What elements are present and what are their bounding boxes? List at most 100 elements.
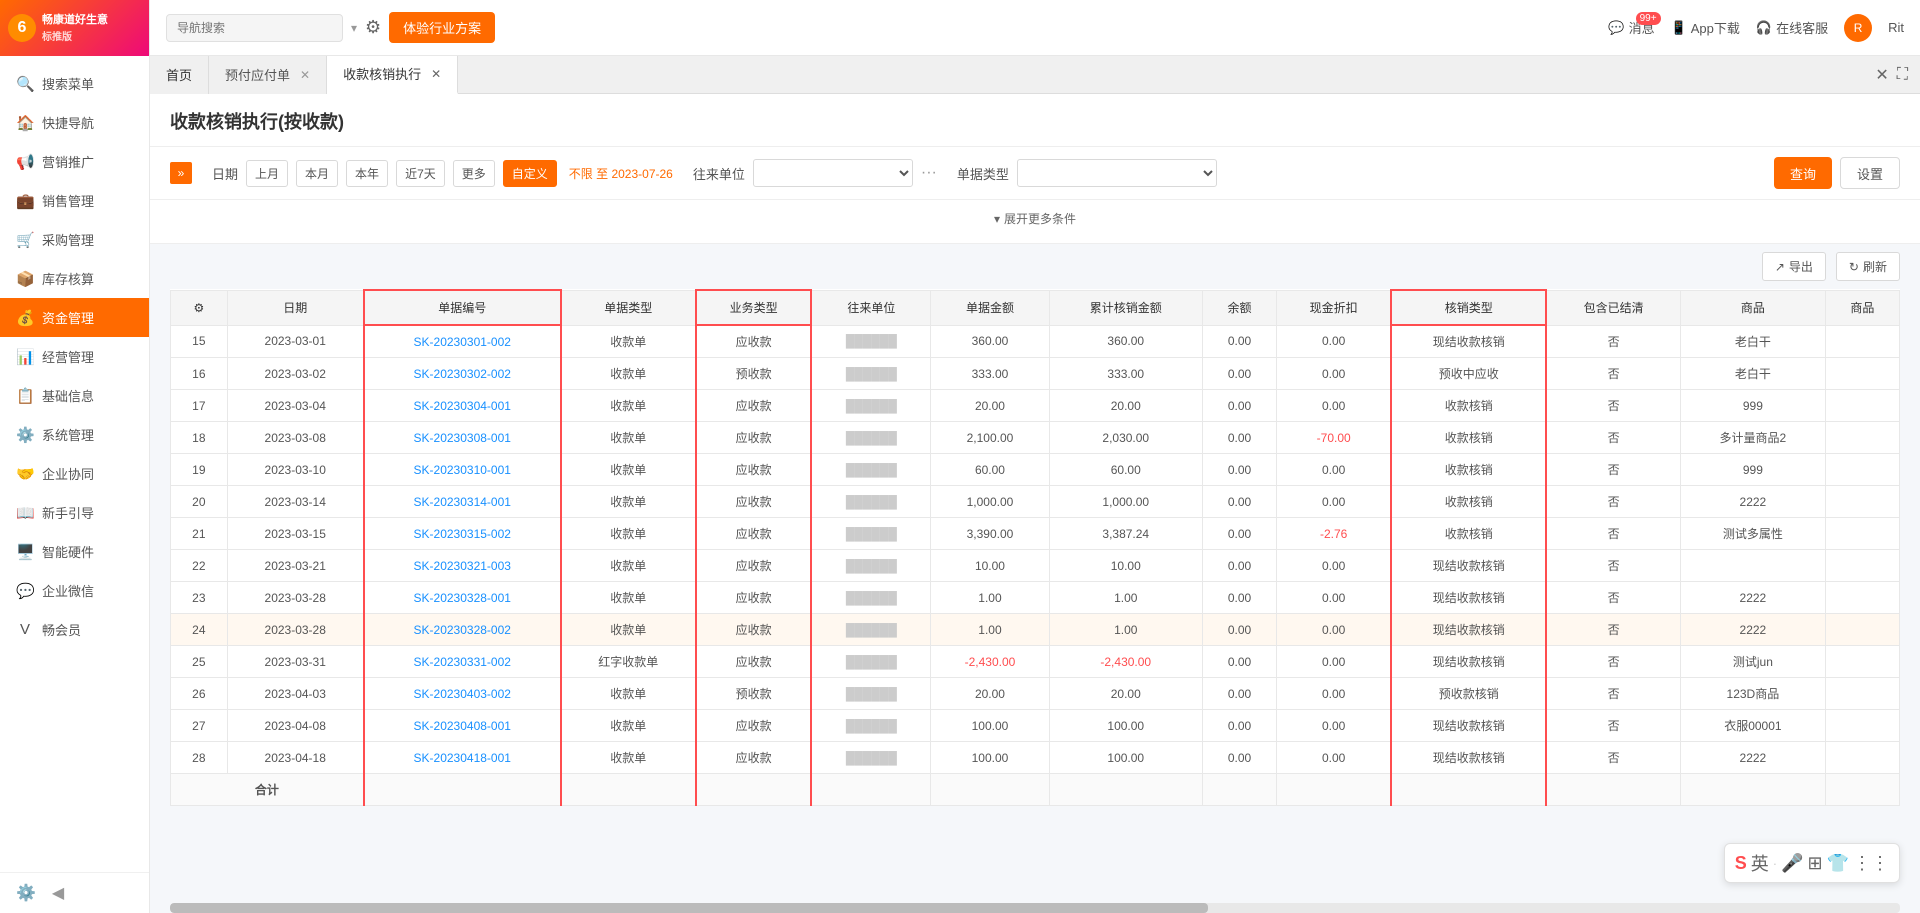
data-table: ⚙ 日期 单据编号 单据类型 业务类型 往来单位 单据金额 累计核销金额 余额 … bbox=[170, 289, 1900, 806]
search-input[interactable] bbox=[166, 14, 343, 42]
cell-included: 否 bbox=[1546, 358, 1680, 390]
expand-more-button[interactable]: ▾ 展开更多条件 bbox=[986, 206, 1084, 231]
filter-dots[interactable]: ··· bbox=[921, 164, 937, 182]
cell-goods2 bbox=[1825, 486, 1899, 518]
table-row: 23 2023-03-28 SK-20230328-001 收款单 应收款 ██… bbox=[171, 582, 1900, 614]
tab-prepay[interactable]: 预付应付单 ✕ bbox=[209, 56, 327, 94]
cell-included: 否 bbox=[1546, 454, 1680, 486]
gear-icon[interactable]: ⚙ bbox=[365, 17, 381, 38]
sidebar-item-enterprise[interactable]: 🤝企业协同 bbox=[0, 454, 149, 493]
last-7days-button[interactable]: 近7天 bbox=[396, 160, 445, 187]
scrollbar-thumb[interactable] bbox=[170, 903, 1208, 913]
sidebar-item-search[interactable]: 🔍搜索菜单 bbox=[0, 64, 149, 103]
sk-link[interactable]: SK-20230315-002 bbox=[414, 527, 511, 541]
sidebar-item-guide[interactable]: 📖新手引导 bbox=[0, 493, 149, 532]
sidebar-item-hardware[interactable]: 🖥️智能硬件 bbox=[0, 532, 149, 571]
sk-link[interactable]: SK-20230418-001 bbox=[414, 751, 511, 765]
cell-bill-type: 收款单 bbox=[561, 358, 696, 390]
cell-date: 2023-03-21 bbox=[227, 550, 364, 582]
grid-icon[interactable]: ⊞ bbox=[1807, 853, 1822, 874]
horizontal-scrollbar[interactable] bbox=[170, 903, 1900, 913]
close-tab-icon[interactable]: ✕ bbox=[1875, 65, 1888, 85]
sidebar-item-inventory[interactable]: 📦库存核算 bbox=[0, 259, 149, 298]
refresh-button[interactable]: ↻ 刷新 bbox=[1836, 252, 1900, 281]
prepay-tab-close[interactable]: ✕ bbox=[300, 68, 310, 82]
cell-included: 否 bbox=[1546, 710, 1680, 742]
app-download-link[interactable]: 📱 App下载 bbox=[1671, 18, 1740, 37]
tab-verification[interactable]: 收款核销执行 ✕ bbox=[327, 56, 458, 94]
sk-link[interactable]: SK-20230304-001 bbox=[414, 399, 511, 413]
sk-link[interactable]: SK-20230302-002 bbox=[414, 367, 511, 381]
cell-hx-type: 现结收款核销 bbox=[1391, 614, 1546, 646]
table-footer-row: 合计 bbox=[171, 774, 1900, 806]
settings-button[interactable]: 设置 bbox=[1840, 157, 1900, 189]
sk-link[interactable]: SK-20230301-002 bbox=[414, 335, 511, 349]
cell-partner: ██████ bbox=[811, 742, 931, 774]
sidebar-item-wechat[interactable]: 💬企业微信 bbox=[0, 571, 149, 610]
cell-biz-type: 应收款 bbox=[696, 486, 811, 518]
apps-icon[interactable]: ⋮⋮ bbox=[1853, 853, 1889, 874]
page-title: 收款核销执行(按收款) bbox=[170, 108, 1900, 134]
mic-icon[interactable]: 🎤 bbox=[1781, 853, 1803, 874]
solution-button[interactable]: 体验行业方案 bbox=[389, 12, 495, 43]
sk-link[interactable]: SK-20230328-001 bbox=[414, 591, 511, 605]
sidebar-nav: 🔍搜索菜单🏠快捷导航📢营销推广💼销售管理🛒采购管理📦库存核算💰资金管理📊经营管理… bbox=[0, 56, 149, 872]
cell-verified: 2,030.00 bbox=[1049, 422, 1202, 454]
shirt-icon[interactable]: 👕 bbox=[1827, 853, 1849, 874]
footer-biz bbox=[696, 774, 811, 806]
table-row: 17 2023-03-04 SK-20230304-001 收款单 应收款 ██… bbox=[171, 390, 1900, 422]
sk-link[interactable]: SK-20230408-001 bbox=[414, 719, 511, 733]
sk-link[interactable]: SK-20230310-001 bbox=[414, 463, 511, 477]
custom-date-button[interactable]: 自定义 bbox=[503, 160, 557, 187]
this-year-button[interactable]: 本年 bbox=[346, 160, 388, 187]
sidebar-item-nav[interactable]: 🏠快捷导航 bbox=[0, 103, 149, 142]
sidebar-item-operation[interactable]: 📊经营管理 bbox=[0, 337, 149, 376]
sk-link[interactable]: SK-20230308-001 bbox=[414, 431, 511, 445]
sk-link[interactable]: SK-20230321-003 bbox=[414, 559, 511, 573]
cell-biz-type: 应收款 bbox=[696, 646, 811, 678]
sidebar-item-member[interactable]: V畅会员 bbox=[0, 610, 149, 649]
cell-included: 否 bbox=[1546, 582, 1680, 614]
cell-sk: SK-20230304-001 bbox=[364, 390, 561, 422]
sidebar-item-basic[interactable]: 📋基础信息 bbox=[0, 376, 149, 415]
verification-tab-close[interactable]: ✕ bbox=[431, 67, 441, 81]
more-date-button[interactable]: 更多 bbox=[453, 160, 495, 187]
expand-tab-icon[interactable]: ⛶ bbox=[1897, 66, 1908, 84]
cell-balance: 0.00 bbox=[1202, 646, 1276, 678]
cell-discount: 0.00 bbox=[1277, 325, 1392, 358]
sidebar-item-system[interactable]: ⚙️系统管理 bbox=[0, 415, 149, 454]
cell-partner: ██████ bbox=[811, 518, 931, 550]
last-month-button[interactable]: 上月 bbox=[246, 160, 288, 187]
partner-select[interactable] bbox=[753, 159, 913, 187]
sk-link[interactable]: SK-20230328-002 bbox=[414, 623, 511, 637]
message-button[interactable]: 💬 消息 99+ bbox=[1608, 18, 1654, 37]
english-icon[interactable]: 英 bbox=[1751, 850, 1769, 876]
this-month-button[interactable]: 本月 bbox=[296, 160, 338, 187]
th-balance: 余额 bbox=[1202, 290, 1276, 325]
cell-sk: SK-20230403-002 bbox=[364, 678, 561, 710]
export-button[interactable]: ↗ 导出 bbox=[1762, 252, 1826, 281]
footer-label: 合计 bbox=[171, 774, 364, 806]
receipt-type-select[interactable] bbox=[1017, 159, 1217, 187]
sidebar-item-sales[interactable]: 💼销售管理 bbox=[0, 181, 149, 220]
query-button[interactable]: 查询 bbox=[1774, 157, 1832, 189]
user-name: Rit bbox=[1888, 20, 1904, 35]
sk-link[interactable]: SK-20230314-001 bbox=[414, 495, 511, 509]
tab-home[interactable]: 首页 bbox=[150, 56, 209, 94]
cell-goods1: 测试多属性 bbox=[1681, 518, 1826, 550]
filter-toggle-button[interactable]: » bbox=[170, 162, 192, 184]
online-service-link[interactable]: 🎧 在线客服 bbox=[1756, 18, 1828, 37]
settings-bottom-icon[interactable]: ⚙️ bbox=[16, 883, 36, 903]
sk-link[interactable]: SK-20230331-002 bbox=[414, 655, 511, 669]
table-row: 28 2023-04-18 SK-20230418-001 收款单 应收款 ██… bbox=[171, 742, 1900, 774]
sidebar-item-marketing[interactable]: 📢营销推广 bbox=[0, 142, 149, 181]
sidebar-item-purchase[interactable]: 🛒采购管理 bbox=[0, 220, 149, 259]
sidebar-item-finance[interactable]: 💰资金管理 bbox=[0, 298, 149, 337]
sk-link[interactable]: SK-20230403-002 bbox=[414, 687, 511, 701]
collapse-icon[interactable]: ◀ bbox=[52, 883, 64, 903]
cell-amount: 10.00 bbox=[931, 550, 1049, 582]
user-avatar[interactable]: R bbox=[1844, 14, 1872, 42]
cell-hx-type: 收款核销 bbox=[1391, 518, 1546, 550]
chevron-down-small-icon: ▾ bbox=[994, 212, 1000, 226]
cell-verified: -2,430.00 bbox=[1049, 646, 1202, 678]
